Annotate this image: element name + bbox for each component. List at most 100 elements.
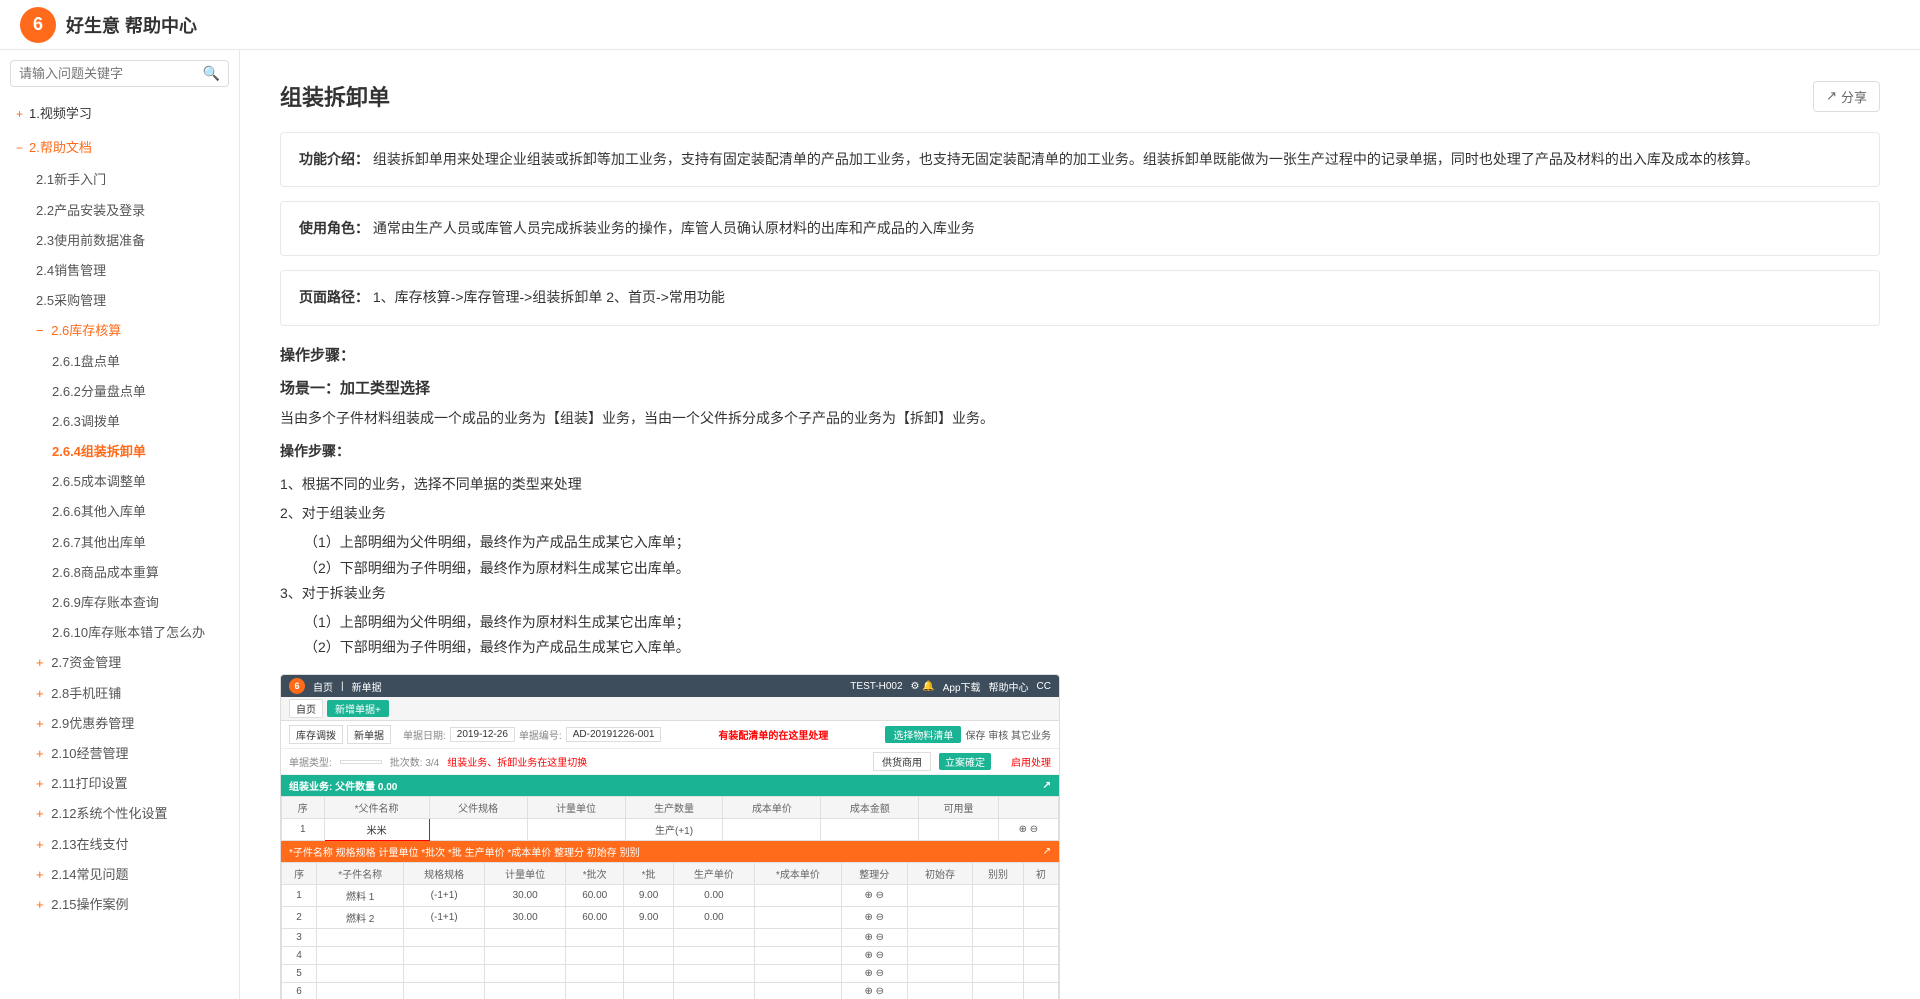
sidebar-item-faq[interactable]: + 2.14常见问题 xyxy=(0,860,239,890)
sidebar-item-assembly[interactable]: 2.6.4组装拆卸单 xyxy=(0,437,239,467)
logo-text: 好生意 帮助中心 xyxy=(66,12,197,38)
sidebar-item-stocktake[interactable]: 2.6.1盘点单 xyxy=(0,347,239,377)
page-title-bar: 组装拆卸单 ↗ 分享 xyxy=(280,80,1880,112)
ss-ctd-s4: ⊕ ⊖ xyxy=(841,947,907,965)
ss-ctd-a6 xyxy=(1023,983,1058,999)
ss-cth-spec: 规格规格 xyxy=(404,863,485,885)
ss-ctd-i6 xyxy=(907,983,973,999)
ss-section-parent-label: 组装业务: 父件数量 0.00 xyxy=(289,778,397,793)
collapse-icon: − xyxy=(16,140,23,157)
ss-count-label: 批次数: 3/4 xyxy=(390,754,439,769)
ss-ctd-no1: 1 xyxy=(282,885,317,907)
ss-parent-table-header: 序 *父件名称 父件规格 计量单位 生产数量 成本单价 成本金额 可用量 xyxy=(282,797,1059,819)
ss-th-no: 序 xyxy=(282,797,325,819)
step3-sub1: （1）上部明细为父件明细，最终作为原材料生成某它出库单； xyxy=(304,610,1880,635)
sidebar-item-online[interactable]: + 2.13在线支付 xyxy=(0,830,239,860)
ss-ctd-no5: 5 xyxy=(282,965,317,983)
steps-title: 操作步骤： xyxy=(280,344,1880,365)
sidebar-item-partialinv[interactable]: 2.6.2分量盘点单 xyxy=(0,377,239,407)
sidebar-item-adjust[interactable]: 2.6.3调拨单 xyxy=(0,407,239,437)
table-row: 3 ⊕ ⊖ xyxy=(282,929,1059,947)
sidebar-item-docs[interactable]: − 2.帮助文档 xyxy=(0,131,239,165)
table-row: 6 ⊕ ⊖ xyxy=(282,983,1059,999)
sidebar-item-operation[interactable]: + 2.10经营管理 xyxy=(0,739,239,769)
scene1-title: 场景一：加工类型选择 xyxy=(280,377,1880,398)
sidebar-item-data-prep[interactable]: 2.3使用前数据准备 xyxy=(0,226,239,256)
search-icon[interactable]: 🔍 xyxy=(203,65,220,82)
sidebar-item-mobile[interactable]: + 2.8手机旺铺 xyxy=(0,679,239,709)
sidebar-item-purchase[interactable]: 2.5采购管理 xyxy=(0,286,239,316)
steps-list: 1、根据不同的业务，选择不同单据的类型来处理 2、对于组装业务 （1）上部明细为… xyxy=(280,472,1880,660)
sidebar-item-invcopy[interactable]: 2.6.9库存账本查询 xyxy=(0,588,239,618)
sidebar-item-goodscost[interactable]: 2.6.8商品成本重算 xyxy=(0,558,239,588)
share-icon: ↗ xyxy=(1826,88,1837,104)
step2: 2、对于组装业务 xyxy=(280,501,1880,526)
ss-btn-new: 新增单据+ xyxy=(327,700,389,717)
ss-action-btns: 保存 审核 其它业务 xyxy=(965,727,1051,742)
ss-ctd-i3 xyxy=(907,929,973,947)
page-title: 组装拆卸单 xyxy=(280,80,390,112)
ss-date-value: 2019-12-26 xyxy=(450,727,515,742)
ss-ctd-a1 xyxy=(1023,885,1058,907)
scene1-desc: 当由多个子件材料组装成一个成品的业务为【组装】业务，当由一个父件拆分成多个子产品… xyxy=(280,406,1880,431)
sidebar-item-print[interactable]: + 2.11打印设置 xyxy=(0,769,239,799)
sidebar-item-video[interactable]: + 1.视频学习 xyxy=(0,97,239,131)
ss-ctd-s1: ⊕ ⊖ xyxy=(841,885,907,907)
search-input[interactable] xyxy=(19,66,203,81)
ss-ctd-a3 xyxy=(1023,929,1058,947)
ss-ctd-o3 xyxy=(973,929,1023,947)
expand-icon: + xyxy=(16,106,23,123)
ss-ctd-o1 xyxy=(973,885,1023,907)
ss-td-stock xyxy=(919,819,998,841)
ss-ctd-b7 xyxy=(566,947,624,965)
ss-logo: 6 xyxy=(289,678,305,694)
ss-ctd-no2: 2 xyxy=(282,907,317,929)
ss-order-label: 单据编号: xyxy=(519,727,562,742)
ss-ctd-name3 xyxy=(317,929,404,947)
ss-ctd-s6: ⊕ ⊖ xyxy=(841,983,907,999)
ss-ctd-p4 xyxy=(673,947,754,965)
step1: 1、根据不同的业务，选择不同单据的类型来处理 xyxy=(280,472,1880,497)
search-box[interactable]: 🔍 xyxy=(10,60,229,87)
sidebar-item-custom[interactable]: + 2.12系统个性化设置 xyxy=(0,799,239,829)
share-button[interactable]: ↗ 分享 xyxy=(1813,81,1880,112)
sidebar-item-otherout[interactable]: 2.6.7其他出库单 xyxy=(0,528,239,558)
ss-cth-no: 序 xyxy=(282,863,317,885)
table-row: 1 米米 生产(+1) ⊕ ⊖ xyxy=(282,819,1059,841)
ss-ctd-c4 xyxy=(754,947,841,965)
ss-cth-unit: 计量单位 xyxy=(485,863,566,885)
ss-apps: App下载 xyxy=(943,679,981,694)
ss-ctd-spec4 xyxy=(404,947,485,965)
sidebar-item-inventory[interactable]: − 2.6库存核算 xyxy=(0,316,239,346)
sidebar-item-invwrong[interactable]: 2.6.10库存账本错了怎么办 xyxy=(0,618,239,648)
table-row: 1 燃料 1 (-1+1) 30.00 60.00 9.00 0.00 ⊕ ⊖ xyxy=(282,885,1059,907)
ss-ctd-b6 xyxy=(624,929,674,947)
sidebar-item-costadj[interactable]: 2.6.5成本调整单 xyxy=(0,467,239,497)
intro-label: 功能介绍： xyxy=(299,151,369,167)
sidebar-item-sales[interactable]: 2.4销售管理 xyxy=(0,256,239,286)
sidebar-item-install[interactable]: 2.2产品安装及登录 xyxy=(0,196,239,226)
ss-td-cost xyxy=(723,819,821,841)
table-row: 2 燃料 2 (-1+1) 30.00 60.00 9.00 0.00 ⊕ ⊖ xyxy=(282,907,1059,929)
sidebar-item-cases[interactable]: + 2.15操作案例 xyxy=(0,890,239,920)
ss-nav-home: 自页 xyxy=(313,679,333,694)
sidebar-item-finance[interactable]: + 2.7资金管理 xyxy=(0,648,239,678)
ss-ctd-c3 xyxy=(754,929,841,947)
ss-type-row: 单据类型: 批次数: 3/4 组装业务、拆卸业务在这里切换 供货商用 立案確定 … xyxy=(281,749,1059,775)
ss-ctd-b10 xyxy=(624,965,674,983)
ss-icons: ⚙ 🔔 xyxy=(911,681,935,692)
ss-ctd-o4 xyxy=(973,947,1023,965)
sidebar-item-coupon[interactable]: + 2.9优惠券管理 xyxy=(0,709,239,739)
path-box: 页面路径： 1、库存核算->库存管理->组装拆卸单 2、首页->常用功能 xyxy=(280,270,1880,325)
sidebar-item-otherinput[interactable]: 2.6.6其他入库单 xyxy=(0,497,239,527)
ss-th-cost: 成本单价 xyxy=(723,797,821,819)
ss-ctd-spec2: (-1+1) xyxy=(404,907,485,929)
ss-ctd-unit2: 30.00 xyxy=(485,907,566,929)
sidebar-item-newbie[interactable]: 2.1新手入门 xyxy=(0,165,239,195)
ss-ctd-i1 xyxy=(907,885,973,907)
path-label: 页面路径： xyxy=(299,289,369,305)
ss-cth-sort: 整理分 xyxy=(841,863,907,885)
ss-order-value: AD-20191226-001 xyxy=(566,727,662,742)
ss-ctd-unit5 xyxy=(485,965,566,983)
screenshot-inner: 6 自页 | 新单据 TEST-H002 ⚙ 🔔 App下载 帮助中心 CC 自… xyxy=(281,675,1059,999)
